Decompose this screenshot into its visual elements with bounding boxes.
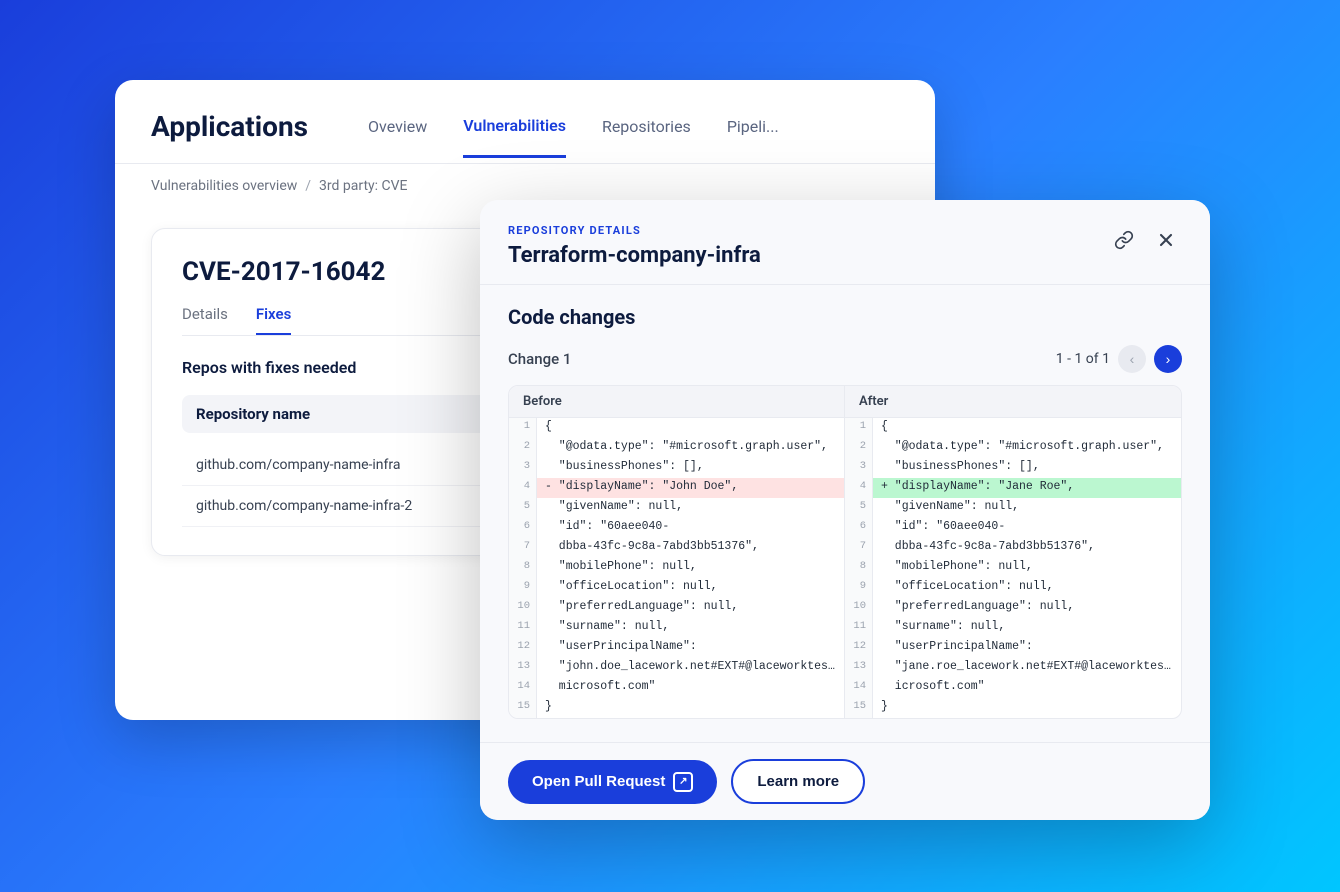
tab-pipelines[interactable]: Pipeli... — [727, 117, 779, 156]
diff-line: 6 "id": "60aee040- — [845, 518, 1181, 538]
pagination: 1 - 1 of 1 ‹ › — [1056, 345, 1182, 373]
repo-name-title: Terraform-company-infra — [508, 243, 761, 268]
repo-details-body: Code changes Change 1 1 - 1 of 1 ‹ › Bef… — [480, 285, 1210, 742]
next-page-button[interactable]: › — [1154, 345, 1182, 373]
diff-before-header: Before — [509, 386, 844, 418]
diff-line-removed: 4- "displayName": "John Doe", — [509, 478, 844, 498]
diff-before-lines: 1{ 2 "@odata.type": "#microsoft.graph.us… — [509, 418, 844, 718]
code-changes-title: Code changes — [508, 305, 1182, 329]
tab-overview[interactable]: Oveview — [368, 117, 427, 156]
diff-line: 10 "preferredLanguage": null, — [509, 598, 844, 618]
diff-line: 12 "userPrincipalName": — [845, 638, 1181, 658]
change-header: Change 1 1 - 1 of 1 ‹ › — [508, 345, 1182, 373]
repo-details-footer: Open Pull Request ↗ Learn more — [480, 742, 1210, 820]
repo-details-header: REPOSITORY DETAILS Terraform-company-inf… — [480, 200, 1210, 285]
diff-line-added: 4+ "displayName": "Jane Roe", — [845, 478, 1181, 498]
diff-line: 3 "businessPhones": [], — [509, 458, 844, 478]
diff-line: 10 "preferredLanguage": null, — [845, 598, 1181, 618]
diff-line: 13 "john.doe_lacework.net#EXT#@laceworkt… — [509, 658, 844, 678]
diff-after-side: After 1{ 2 "@odata.type": "#microsoft.gr… — [845, 386, 1181, 718]
diff-line: 3 "businessPhones": [], — [845, 458, 1181, 478]
change-label: Change 1 — [508, 350, 571, 368]
tab-vulnerabilities[interactable]: Vulnerabilities — [463, 116, 566, 158]
cve-tab-details[interactable]: Details — [182, 305, 228, 335]
diff-line: 13 "jane.roe_lacework.net#EXT#@laceworkt… — [845, 658, 1181, 678]
diff-line: 8 "mobilePhone": null, — [509, 558, 844, 578]
nav-tabs: Oveview Vulnerabilities Repositories Pip… — [368, 116, 779, 158]
diff-line: 1{ — [509, 418, 844, 438]
open-pull-request-label: Open Pull Request — [532, 773, 665, 790]
external-link-icon: ↗ — [673, 772, 693, 792]
tab-repositories[interactable]: Repositories — [602, 117, 691, 156]
diff-line: 5 "givenName": null, — [509, 498, 844, 518]
close-icon[interactable] — [1150, 224, 1182, 256]
diff-line: 7 dbba-43fc-9c8a-7abd3bb51376", — [845, 538, 1181, 558]
diff-line: 2 "@odata.type": "#microsoft.graph.user"… — [509, 438, 844, 458]
diff-before-side: Before 1{ 2 "@odata.type": "#microsoft.g… — [509, 386, 845, 718]
app-title: Applications — [151, 110, 308, 163]
diff-line: 11 "surname": null, — [509, 618, 844, 638]
repo-details-label: REPOSITORY DETAILS — [508, 224, 761, 237]
diff-container: Before 1{ 2 "@odata.type": "#microsoft.g… — [508, 385, 1182, 719]
diff-line: 8 "mobilePhone": null, — [845, 558, 1181, 578]
diff-line: 14 microsoft.com" — [509, 678, 844, 698]
diff-line: 6 "id": "60aee040- — [509, 518, 844, 538]
diff-line: 2 "@odata.type": "#microsoft.graph.user"… — [845, 438, 1181, 458]
cve-tab-fixes[interactable]: Fixes — [256, 305, 291, 335]
diff-after-header: After — [845, 386, 1181, 418]
diff-line: 7 dbba-43fc-9c8a-7abd3bb51376", — [509, 538, 844, 558]
diff-line: 11 "surname": null, — [845, 618, 1181, 638]
repository-details-card: REPOSITORY DETAILS Terraform-company-inf… — [480, 200, 1210, 820]
diff-line: 9 "officeLocation": null, — [509, 578, 844, 598]
breadcrumb-part2[interactable]: 3rd party: CVE — [319, 178, 407, 194]
link-icon[interactable] — [1108, 224, 1140, 256]
diff-line: 5 "givenName": null, — [845, 498, 1181, 518]
diff-line: 15} — [509, 698, 844, 718]
diff-line: 14 icrosoft.com" — [845, 678, 1181, 698]
prev-page-button[interactable]: ‹ — [1118, 345, 1146, 373]
diff-line: 9 "officeLocation": null, — [845, 578, 1181, 598]
pagination-text: 1 - 1 of 1 — [1056, 351, 1110, 367]
diff-line: 12 "userPrincipalName": — [509, 638, 844, 658]
app-header: Applications Oveview Vulnerabilities Rep… — [115, 80, 935, 164]
breadcrumb-part1[interactable]: Vulnerabilities overview — [151, 178, 297, 194]
learn-more-button[interactable]: Learn more — [731, 759, 865, 804]
diff-line: 1{ — [845, 418, 1181, 438]
diff-line: 15} — [845, 698, 1181, 718]
diff-after-lines: 1{ 2 "@odata.type": "#microsoft.graph.us… — [845, 418, 1181, 718]
breadcrumb-separator: / — [305, 178, 311, 194]
open-pull-request-button[interactable]: Open Pull Request ↗ — [508, 760, 717, 804]
